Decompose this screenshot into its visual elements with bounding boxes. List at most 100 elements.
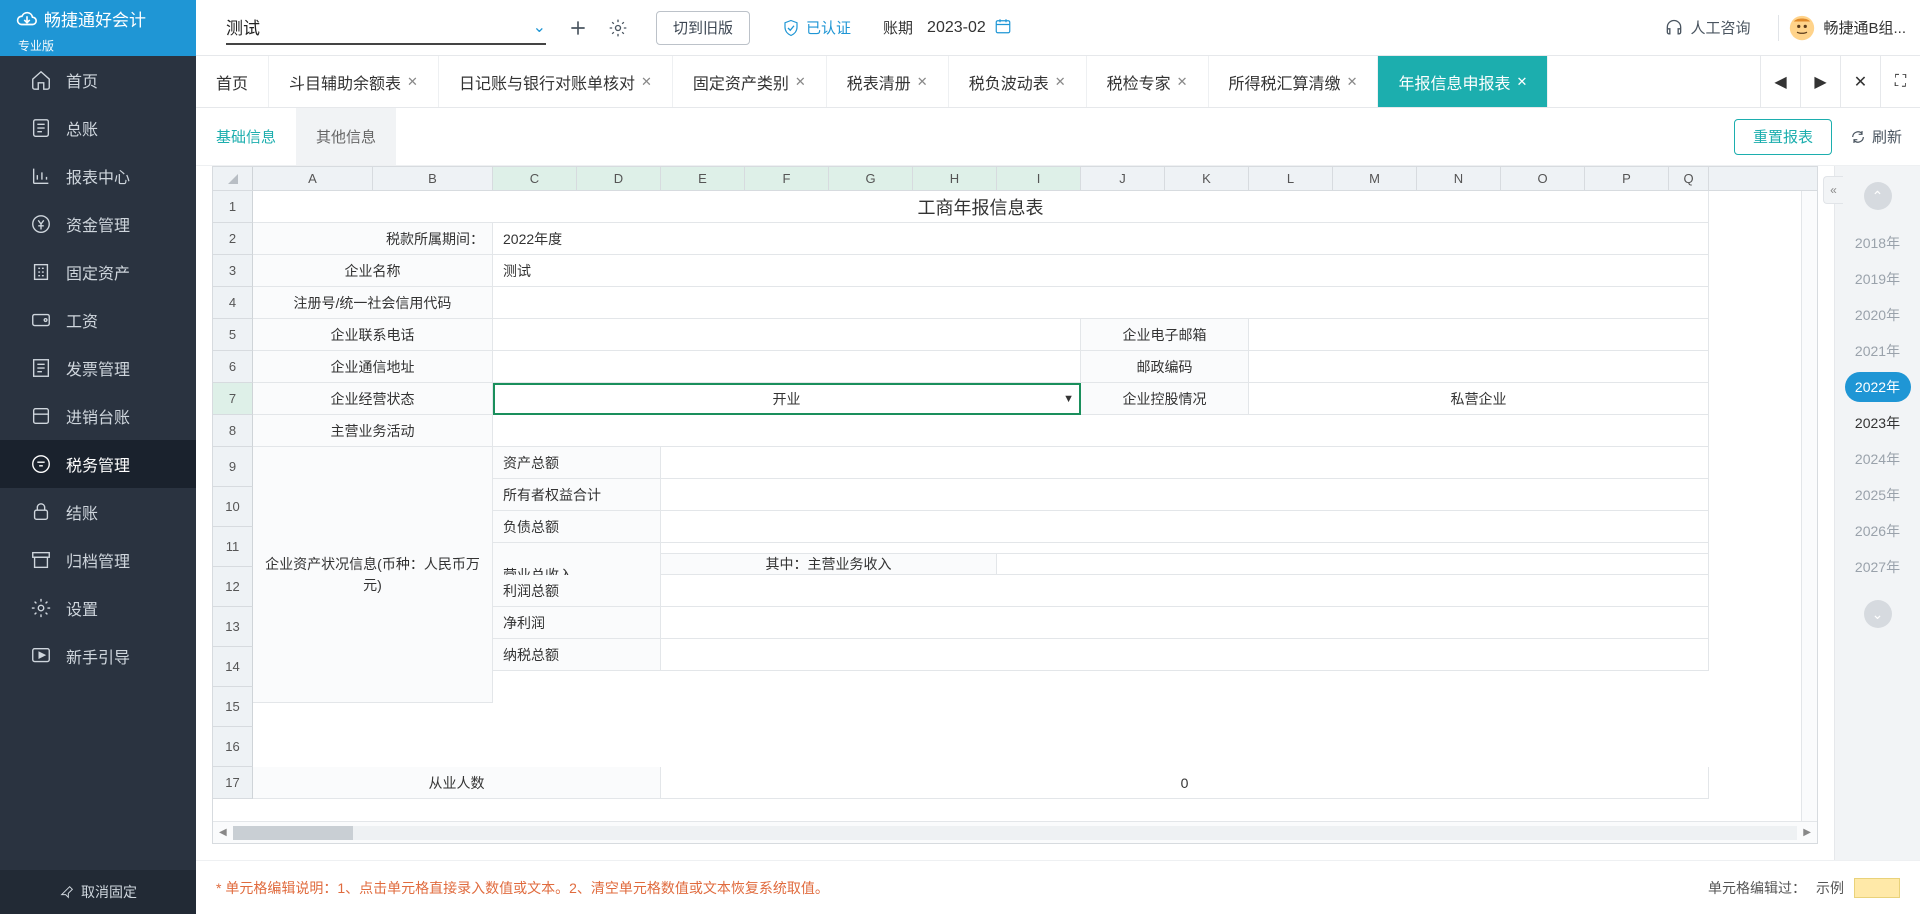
tab-bank-recon[interactable]: 日记账与银行对账单核对✕ bbox=[439, 56, 673, 107]
tab-tax-fluct[interactable]: 税负波动表✕ bbox=[949, 56, 1087, 107]
tab-home[interactable]: 首页 bbox=[196, 56, 269, 107]
row-header[interactable]: 6 bbox=[213, 351, 253, 383]
menu-guide[interactable]: 新手引导 bbox=[0, 632, 196, 680]
tab-annual-report[interactable]: 年报信息申报表✕ bbox=[1378, 56, 1548, 107]
spreadsheet[interactable]: ABCDEFGHIJKLMNOPQ 1工商年报信息表2税款所属期间：2022年度… bbox=[212, 166, 1818, 844]
menu-closing[interactable]: 结账 bbox=[0, 488, 196, 536]
cell[interactable]: 其中：主营业务收入 bbox=[661, 554, 997, 575]
year-item[interactable]: 2019年 bbox=[1845, 264, 1911, 294]
cell[interactable]: 企业控股情况 bbox=[1081, 383, 1249, 415]
year-panel-collapse[interactable]: « bbox=[1823, 176, 1843, 204]
year-item[interactable]: 2023年 bbox=[1845, 408, 1911, 438]
column-header[interactable]: A bbox=[253, 167, 373, 190]
close-icon[interactable]: ✕ bbox=[795, 74, 806, 90]
year-item[interactable]: 2018年 bbox=[1845, 228, 1911, 258]
cell[interactable]: 净利润 bbox=[493, 607, 661, 639]
row-header[interactable]: 1 bbox=[213, 191, 253, 223]
cell[interactable] bbox=[493, 319, 1081, 351]
sub-tab-basic[interactable]: 基础信息 bbox=[196, 108, 296, 165]
column-header[interactable]: N bbox=[1417, 167, 1501, 190]
year-item[interactable]: 2020年 bbox=[1845, 300, 1911, 330]
row-header[interactable]: 7 bbox=[213, 383, 253, 415]
cell[interactable]: 邮政编码 bbox=[1081, 351, 1249, 383]
cell[interactable] bbox=[661, 575, 1709, 607]
cell[interactable]: 纳税总额 bbox=[493, 639, 661, 671]
scroll-left-icon[interactable]: ◀ bbox=[213, 827, 233, 838]
row-header[interactable]: 9 bbox=[213, 447, 253, 487]
column-header[interactable]: I bbox=[997, 167, 1081, 190]
close-icon[interactable]: ✕ bbox=[1055, 74, 1066, 90]
menu-ledger[interactable]: 总账 bbox=[0, 104, 196, 152]
scroll-track[interactable] bbox=[233, 826, 1798, 840]
cell[interactable]: 主营业务活动 bbox=[253, 415, 493, 447]
year-up-button[interactable]: ⌃ bbox=[1864, 182, 1892, 210]
menu-reports[interactable]: 报表中心 bbox=[0, 152, 196, 200]
cell[interactable] bbox=[661, 639, 1709, 671]
column-header[interactable]: O bbox=[1501, 167, 1585, 190]
tab-aux-balance[interactable]: 斗目辅助余额表✕ bbox=[269, 56, 439, 107]
cell[interactable]: 资产总额 bbox=[493, 447, 661, 479]
close-icon[interactable]: ✕ bbox=[1516, 74, 1527, 90]
column-header[interactable]: H bbox=[913, 167, 997, 190]
row-header[interactable]: 3 bbox=[213, 255, 253, 287]
close-icon[interactable]: ✕ bbox=[917, 74, 928, 90]
horizontal-scrollbar[interactable]: ◀ ▶ bbox=[213, 821, 1817, 843]
year-item[interactable]: 2027年 bbox=[1845, 552, 1911, 582]
tabs-prev[interactable]: ◀ bbox=[1760, 56, 1800, 107]
cell[interactable]: 测试 bbox=[493, 255, 1709, 287]
tabs-close-all[interactable]: ✕ bbox=[1840, 56, 1880, 107]
vertical-scrollbar[interactable] bbox=[1801, 191, 1817, 821]
company-selector[interactable]: 测试 ⌄ bbox=[226, 11, 546, 45]
cell[interactable]: 企业联系电话 bbox=[253, 319, 493, 351]
tabs-next[interactable]: ▶ bbox=[1800, 56, 1840, 107]
period-picker[interactable] bbox=[994, 17, 1012, 38]
tab-income-tax[interactable]: 所得税汇算清缴✕ bbox=[1209, 56, 1379, 107]
cell[interactable] bbox=[493, 351, 1081, 383]
menu-archive[interactable]: 归档管理 bbox=[0, 536, 196, 584]
support-button[interactable]: 人工咨询 bbox=[1664, 17, 1750, 38]
row-header[interactable]: 14 bbox=[213, 647, 253, 687]
cell[interactable]: 从业人数 bbox=[253, 767, 661, 799]
grid-body[interactable]: 1工商年报信息表2税款所属期间：2022年度3企业名称测试4注册号/统一社会信用… bbox=[213, 191, 1817, 821]
cell[interactable]: 负债总额 bbox=[493, 511, 661, 543]
tab-tax-list[interactable]: 税表清册✕ bbox=[827, 56, 949, 107]
menu-home[interactable]: 首页 bbox=[0, 56, 196, 104]
cell[interactable]: 私营企业 bbox=[1249, 383, 1709, 415]
tab-asset-cat[interactable]: 固定资产类别✕ bbox=[673, 56, 827, 107]
row-header[interactable]: 16 bbox=[213, 727, 253, 767]
cell[interactable]: 企业通信地址 bbox=[253, 351, 493, 383]
close-icon[interactable]: ✕ bbox=[1177, 74, 1188, 90]
sidebar-pin-toggle[interactable]: 取消固定 bbox=[0, 870, 196, 914]
cell[interactable]: 利润总额 bbox=[493, 575, 661, 607]
year-item[interactable]: 2025年 bbox=[1845, 480, 1911, 510]
column-header[interactable]: K bbox=[1165, 167, 1249, 190]
switch-old-version-button[interactable]: 切到旧版 bbox=[656, 11, 750, 45]
column-header[interactable]: C bbox=[493, 167, 577, 190]
dropdown-indicator-icon[interactable]: ▼ bbox=[1063, 393, 1074, 405]
sub-tab-other[interactable]: 其他信息 bbox=[296, 108, 396, 165]
menu-settings[interactable]: 设置 bbox=[0, 584, 196, 632]
menu-invoice[interactable]: 发票管理 bbox=[0, 344, 196, 392]
cell[interactable]: 开业▼ bbox=[493, 383, 1081, 415]
column-header[interactable]: G bbox=[829, 167, 913, 190]
menu-salary[interactable]: 工资 bbox=[0, 296, 196, 344]
cell[interactable]: 2022年度 bbox=[493, 223, 1709, 255]
column-header[interactable]: M bbox=[1333, 167, 1417, 190]
close-icon[interactable]: ✕ bbox=[1347, 74, 1358, 90]
row-header[interactable]: 15 bbox=[213, 687, 253, 727]
scroll-thumb[interactable] bbox=[233, 826, 353, 840]
column-header[interactable]: L bbox=[1249, 167, 1333, 190]
cell[interactable]: 企业名称 bbox=[253, 255, 493, 287]
close-icon[interactable]: ✕ bbox=[641, 74, 652, 90]
select-all-corner[interactable] bbox=[213, 167, 253, 190]
user-menu[interactable]: 畅捷通B组... bbox=[1789, 15, 1906, 41]
column-header[interactable]: B bbox=[373, 167, 493, 190]
menu-tax[interactable]: 税务管理 bbox=[0, 440, 196, 488]
column-header[interactable]: E bbox=[661, 167, 745, 190]
year-item[interactable]: 2026年 bbox=[1845, 516, 1911, 546]
year-down-button[interactable]: ⌄ bbox=[1864, 600, 1892, 628]
cell[interactable]: 注册号/统一社会信用代码 bbox=[253, 287, 493, 319]
tab-tax-expert[interactable]: 税检专家✕ bbox=[1087, 56, 1209, 107]
cell[interactable] bbox=[1249, 319, 1709, 351]
row-header[interactable]: 8 bbox=[213, 415, 253, 447]
